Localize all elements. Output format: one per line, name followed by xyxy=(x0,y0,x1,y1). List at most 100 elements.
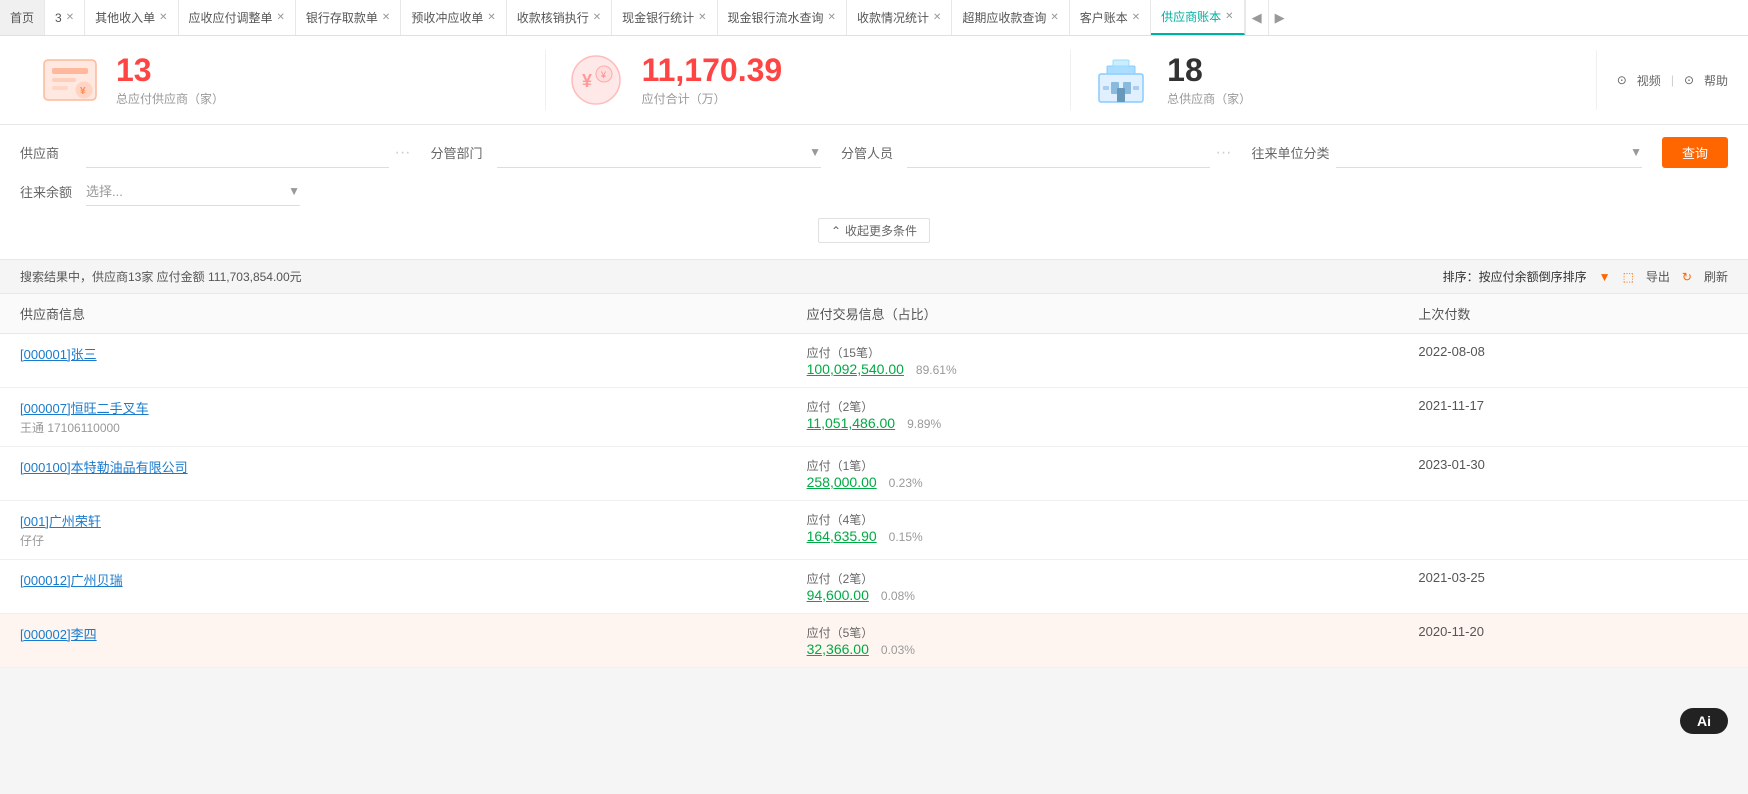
payable-suppliers-icon: ¥ xyxy=(40,50,100,110)
supplier-info-cell: [000012]广州贝瑞 xyxy=(0,560,787,614)
category-arrow-icon: ▼ xyxy=(1630,145,1642,159)
supplier-link[interactable]: [000001]张三 xyxy=(20,347,97,362)
supplier-link[interactable]: [000007]恒旺二手叉车 xyxy=(20,401,149,416)
video-link[interactable]: 视频 xyxy=(1637,72,1661,89)
nav-next-arrow[interactable]: ▶ xyxy=(1268,0,1291,35)
nav-other-income[interactable]: 其他收入单 ✕ xyxy=(85,0,178,35)
nav-close-other-income[interactable]: ✕ xyxy=(159,12,167,23)
category-label: 往来单位分类 xyxy=(1252,143,1330,162)
table-row: [000100]本特勒油品有限公司应付（1笔）258,000.000.23%20… xyxy=(0,447,1748,501)
export-button[interactable]: 导出 xyxy=(1646,268,1670,285)
last-pay-cell: 2022-08-08 xyxy=(1398,334,1748,388)
table-row: [000007]恒旺二手叉车王通 17106110000应付（2笔）11,051… xyxy=(0,388,1748,447)
nav-close-overdue-query[interactable]: ✕ xyxy=(1050,12,1058,23)
col-tx-info: 应付交易信息（占比） xyxy=(787,294,1399,334)
nav-home[interactable]: 首页 xyxy=(0,0,45,35)
total-suppliers-number: 18 xyxy=(1167,54,1251,86)
stats-bar: ¥ 13 总应付供应商（家） ¥ ¥ 11,170.39 应付合计（万） xyxy=(0,36,1748,125)
supplier-link[interactable]: [000100]本特勒油品有限公司 xyxy=(20,460,188,475)
nav-payment-verify[interactable]: 收款核销执行 ✕ xyxy=(507,0,612,35)
nav-prev-arrow[interactable]: ◀ xyxy=(1245,0,1268,35)
collapse-button[interactable]: ⌃ 收起更多条件 xyxy=(818,218,930,243)
supplier-sub: 仔仔 xyxy=(20,532,767,549)
nav-close-supplier-ledger[interactable]: ✕ xyxy=(1225,11,1233,22)
supplier-label: 供应商 xyxy=(20,143,80,162)
tx-amount[interactable]: 258,000.00 xyxy=(807,474,877,490)
refresh-button[interactable]: 刷新 xyxy=(1704,268,1728,285)
stat-payable-total: ¥ ¥ 11,170.39 应付合计（万） xyxy=(546,50,1072,110)
nav-overdue-query[interactable]: 超期应收款查询 ✕ xyxy=(952,0,1069,35)
tx-percentage: 89.61% xyxy=(916,363,957,377)
filter-person: 分管人员 ··· xyxy=(841,138,1232,168)
nav-supplier-ledger[interactable]: 供应商账本 ✕ xyxy=(1151,0,1244,35)
ai-badge[interactable]: Ai xyxy=(1680,708,1728,734)
tx-amount[interactable]: 94,600.00 xyxy=(807,587,869,603)
result-summary: 搜索结果中，供应商13家 应付金额 111,703,854.00元 xyxy=(20,268,302,285)
department-label: 分管部门 xyxy=(431,143,491,162)
filter-row-1: 供应商 ··· 分管部门 ▼ 分管人员 ··· 往来单位分类 ▼ 查询 xyxy=(20,137,1728,168)
nav-3[interactable]: 3 ✕ xyxy=(45,0,85,35)
payable-total-label: 应付合计（万） xyxy=(642,90,783,107)
nav-bank-deposit[interactable]: 银行存取款单 ✕ xyxy=(296,0,401,35)
tx-percentage: 9.89% xyxy=(907,417,941,431)
tx-info-cell: 应付（1笔）258,000.00 0.23% xyxy=(787,447,1399,501)
nav-close-3[interactable]: ✕ xyxy=(66,12,74,23)
nav-prepay[interactable]: 预收冲应收单 ✕ xyxy=(401,0,506,35)
supplier-link[interactable]: [000002]李四 xyxy=(20,627,97,642)
tx-amount[interactable]: 100,092,540.00 xyxy=(807,361,904,377)
tx-amount[interactable]: 11,051,486.00 xyxy=(807,415,896,431)
tx-percentage: 0.15% xyxy=(889,530,923,544)
stat-payable-suppliers: ¥ 13 总应付供应商（家） xyxy=(20,50,546,110)
supplier-link[interactable]: [000012]广州贝瑞 xyxy=(20,573,123,588)
supplier-ellipsis: ··· xyxy=(395,144,411,162)
last-pay-cell: 2020-11-20 xyxy=(1398,614,1748,668)
nav-close-cash-flow[interactable]: ✕ xyxy=(828,12,836,23)
nav-payment-stats[interactable]: 收款情况统计 ✕ xyxy=(847,0,952,35)
payable-suppliers-number: 13 xyxy=(116,54,224,86)
last-pay-cell xyxy=(1398,501,1748,560)
tx-amount[interactable]: 164,635.90 xyxy=(807,528,877,544)
last-pay-cell: 2021-11-17 xyxy=(1398,388,1748,447)
data-table-container: 供应商信息 应付交易信息（占比） 上次付数 [000001]张三应付（15笔）1… xyxy=(0,294,1748,668)
collapse-area: ⌃ 收起更多条件 xyxy=(20,214,1728,251)
filter-supplier: 供应商 ··· xyxy=(20,138,411,168)
nav-close-cash-stats[interactable]: ✕ xyxy=(698,12,706,23)
supplier-input[interactable] xyxy=(86,138,389,168)
nav-close-prepay[interactable]: ✕ xyxy=(487,12,495,23)
category-select[interactable]: ▼ xyxy=(1336,138,1642,168)
person-input[interactable] xyxy=(907,138,1210,168)
sort-label[interactable]: 排序：按应付余额倒序排序 xyxy=(1443,268,1587,285)
nav-adjustment[interactable]: 应收应付调整单 ✕ xyxy=(179,0,296,35)
supplier-table: 供应商信息 应付交易信息（占比） 上次付数 [000001]张三应付（15笔）1… xyxy=(0,294,1748,668)
nav-close-payment-verify[interactable]: ✕ xyxy=(593,12,601,23)
filter-category: 往来单位分类 ▼ xyxy=(1252,138,1643,168)
filter-department: 分管部门 ▼ xyxy=(431,138,822,168)
nav-cash-stats[interactable]: 现金银行统计 ✕ xyxy=(612,0,717,35)
supplier-info-cell: [000001]张三 xyxy=(0,334,787,388)
tx-info-cell: 应付（5笔）32,366.000.03% xyxy=(787,614,1399,668)
payable-suppliers-label: 总应付供应商（家） xyxy=(116,90,224,107)
video-icon: ⊙ xyxy=(1617,73,1627,87)
supplier-link[interactable]: [001]广州荣轩 xyxy=(20,514,101,529)
nav-cash-flow[interactable]: 现金银行流水查询 ✕ xyxy=(718,0,847,35)
table-row: [000001]张三应付（15笔）100,092,540.0089.61%202… xyxy=(0,334,1748,388)
help-link[interactable]: 帮助 xyxy=(1704,72,1728,89)
sort-arrow-icon: ▼ xyxy=(1599,270,1611,284)
nav-close-adjustment[interactable]: ✕ xyxy=(277,12,285,23)
balance-select[interactable]: 选择... ▼ xyxy=(86,176,300,206)
tx-amount[interactable]: 32,366.00 xyxy=(807,641,869,657)
col-supplier-info: 供应商信息 xyxy=(0,294,787,334)
query-button[interactable]: 查询 xyxy=(1662,137,1728,168)
nav-close-customer-ledger[interactable]: ✕ xyxy=(1132,12,1140,23)
department-select[interactable]: ▼ xyxy=(497,138,822,168)
tx-info-cell: 应付（4笔）164,635.90 0.15% xyxy=(787,501,1399,560)
balance-placeholder: 选择... xyxy=(86,181,288,200)
tx-label: 应付（1笔） xyxy=(807,457,1379,474)
tx-label: 应付（4笔） xyxy=(807,511,1379,528)
nav-close-payment-stats[interactable]: ✕ xyxy=(933,12,941,23)
department-arrow-icon: ▼ xyxy=(809,145,821,159)
balance-arrow-icon: ▼ xyxy=(288,184,300,198)
nav-close-bank-deposit[interactable]: ✕ xyxy=(382,12,390,23)
nav-customer-ledger[interactable]: 客户账本 ✕ xyxy=(1070,0,1151,35)
tx-percentage: 0.23% xyxy=(889,476,923,490)
